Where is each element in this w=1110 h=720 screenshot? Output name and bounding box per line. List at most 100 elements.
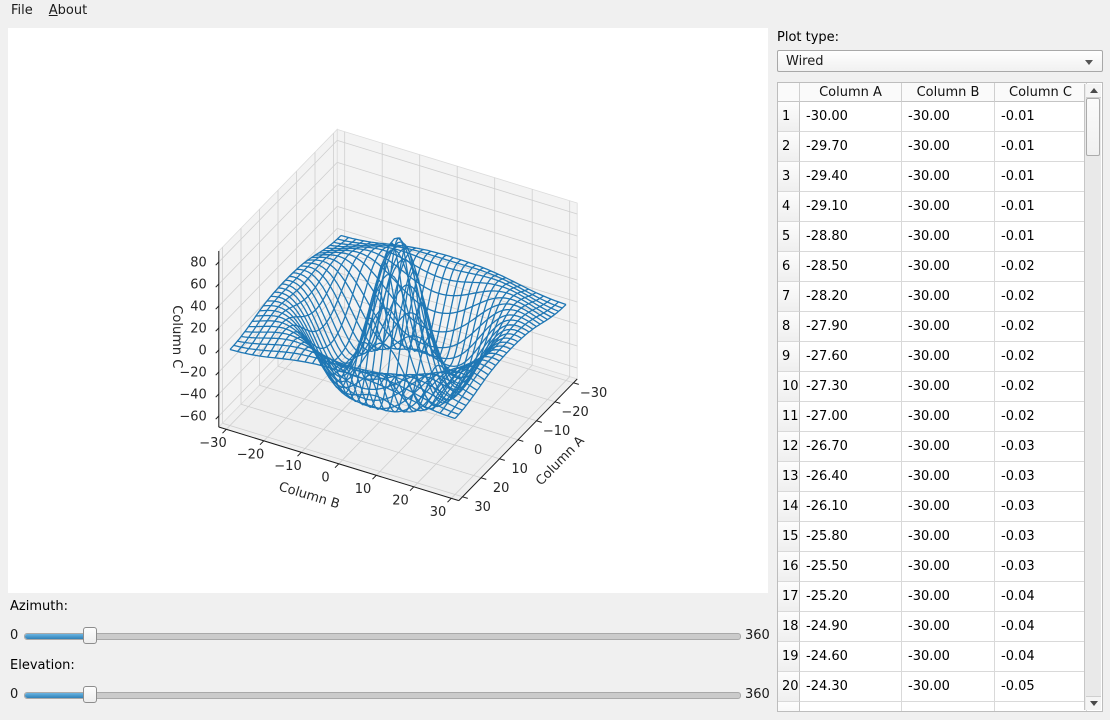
table-cell[interactable]: -30.00 bbox=[902, 492, 995, 522]
table-cell[interactable]: -0.03 bbox=[995, 432, 1087, 462]
table-cell[interactable]: -30.00 bbox=[902, 102, 995, 132]
row-number-cell[interactable]: 11 bbox=[778, 402, 800, 432]
table-cell[interactable]: -30.00 bbox=[902, 192, 995, 222]
table-row[interactable]: 1-30.00-30.00-0.01 bbox=[778, 102, 1102, 132]
table-cell[interactable]: -30.00 bbox=[902, 222, 995, 252]
table-cell[interactable]: -0.02 bbox=[995, 402, 1087, 432]
table-cell[interactable]: -29.10 bbox=[800, 192, 902, 222]
table-cell[interactable]: -30.00 bbox=[902, 372, 995, 402]
table-cell[interactable]: -28.50 bbox=[800, 252, 902, 282]
scroll-up-button[interactable] bbox=[1086, 84, 1101, 98]
table-row[interactable]: 18-24.90-30.00-0.04 bbox=[778, 612, 1102, 642]
table-row[interactable]: 10-27.30-30.00-0.02 bbox=[778, 372, 1102, 402]
table-cell[interactable]: -27.30 bbox=[800, 372, 902, 402]
table-row[interactable]: 17-25.20-30.00-0.04 bbox=[778, 582, 1102, 612]
elevation-slider-handle[interactable] bbox=[83, 686, 97, 703]
row-number-cell[interactable]: 17 bbox=[778, 582, 800, 612]
table-cell[interactable]: -0.04 bbox=[995, 642, 1087, 672]
table-cell[interactable]: -25.80 bbox=[800, 522, 902, 552]
table-cell[interactable]: -30.00 bbox=[902, 582, 995, 612]
row-number-cell[interactable]: 2 bbox=[778, 132, 800, 162]
scroll-down-button[interactable] bbox=[1086, 696, 1101, 710]
table-row[interactable]: 19-24.60-30.00-0.04 bbox=[778, 642, 1102, 672]
table-cell[interactable]: -24.60 bbox=[800, 642, 902, 672]
azimuth-slider[interactable] bbox=[24, 627, 741, 645]
row-number-cell[interactable] bbox=[778, 702, 800, 712]
row-number-cell[interactable]: 3 bbox=[778, 162, 800, 192]
table-cell[interactable]: -0.04 bbox=[995, 582, 1087, 612]
table-row[interactable]: 15-25.80-30.00-0.03 bbox=[778, 522, 1102, 552]
table-cell[interactable]: -30.00 bbox=[902, 672, 995, 702]
table-cell[interactable]: -30.00 bbox=[902, 642, 995, 672]
table-cell[interactable]: -0.01 bbox=[995, 192, 1087, 222]
azimuth-slider-handle[interactable] bbox=[83, 627, 97, 644]
table-cell[interactable]: -25.20 bbox=[800, 582, 902, 612]
row-number-cell[interactable]: 12 bbox=[778, 432, 800, 462]
table-cell[interactable]: -30.00 bbox=[902, 132, 995, 162]
row-number-cell[interactable]: 9 bbox=[778, 342, 800, 372]
table-row[interactable]: 9-27.60-30.00-0.02 bbox=[778, 342, 1102, 372]
table-cell[interactable]: -24.30 bbox=[800, 672, 902, 702]
table-row[interactable]: 8-27.90-30.00-0.02 bbox=[778, 312, 1102, 342]
table-cell[interactable]: -28.20 bbox=[800, 282, 902, 312]
table-cell[interactable] bbox=[995, 702, 1087, 712]
table-row[interactable]: 14-26.10-30.00-0.03 bbox=[778, 492, 1102, 522]
table-cell[interactable]: -0.03 bbox=[995, 462, 1087, 492]
row-number-cell[interactable]: 4 bbox=[778, 192, 800, 222]
table-cell[interactable]: -30.00 bbox=[902, 552, 995, 582]
table-cell[interactable]: -0.03 bbox=[995, 522, 1087, 552]
table-cell[interactable]: -30.00 bbox=[902, 612, 995, 642]
row-number-cell[interactable]: 7 bbox=[778, 282, 800, 312]
table-cell[interactable]: -28.80 bbox=[800, 222, 902, 252]
table-cell[interactable]: -29.40 bbox=[800, 162, 902, 192]
table-corner-header[interactable] bbox=[778, 83, 800, 102]
table-cell[interactable]: -24.90 bbox=[800, 612, 902, 642]
table-cell[interactable]: -30.00 bbox=[902, 522, 995, 552]
table-cell[interactable]: -0.03 bbox=[995, 552, 1087, 582]
row-number-cell[interactable]: 8 bbox=[778, 312, 800, 342]
table-row[interactable] bbox=[778, 702, 1102, 712]
table-cell[interactable]: -26.10 bbox=[800, 492, 902, 522]
table-cell[interactable]: -26.40 bbox=[800, 462, 902, 492]
table-cell[interactable]: -30.00 bbox=[902, 402, 995, 432]
table-cell[interactable]: -0.01 bbox=[995, 132, 1087, 162]
table-row[interactable]: 20-24.30-30.00-0.05 bbox=[778, 672, 1102, 702]
column-header[interactable]: Column A bbox=[800, 83, 902, 102]
azimuth-slider-track[interactable] bbox=[24, 633, 741, 640]
table-cell[interactable]: -30.00 bbox=[902, 312, 995, 342]
column-header[interactable]: Column B bbox=[902, 83, 995, 102]
table-cell[interactable]: -0.01 bbox=[995, 162, 1087, 192]
row-number-cell[interactable]: 20 bbox=[778, 672, 800, 702]
row-number-cell[interactable]: 1 bbox=[778, 102, 800, 132]
table-cell[interactable]: -26.70 bbox=[800, 432, 902, 462]
table-row[interactable]: 13-26.40-30.00-0.03 bbox=[778, 462, 1102, 492]
menu-item-about[interactable]: About bbox=[41, 1, 95, 20]
table-cell[interactable]: -0.03 bbox=[995, 492, 1087, 522]
table-cell[interactable]: -25.50 bbox=[800, 552, 902, 582]
table-cell[interactable]: -30.00 bbox=[902, 462, 995, 492]
table-row[interactable]: 7-28.20-30.00-0.02 bbox=[778, 282, 1102, 312]
table-cell[interactable]: -27.00 bbox=[800, 402, 902, 432]
row-number-cell[interactable]: 6 bbox=[778, 252, 800, 282]
row-number-cell[interactable]: 15 bbox=[778, 522, 800, 552]
elevation-slider-track[interactable] bbox=[24, 692, 741, 699]
table-cell[interactable]: -0.05 bbox=[995, 672, 1087, 702]
row-number-cell[interactable]: 18 bbox=[778, 612, 800, 642]
table-cell[interactable]: -30.00 bbox=[902, 342, 995, 372]
row-number-cell[interactable]: 10 bbox=[778, 372, 800, 402]
elevation-slider[interactable] bbox=[24, 686, 741, 704]
table-cell[interactable]: -0.01 bbox=[995, 222, 1087, 252]
table-cell[interactable]: -27.90 bbox=[800, 312, 902, 342]
row-number-cell[interactable]: 14 bbox=[778, 492, 800, 522]
row-number-cell[interactable]: 5 bbox=[778, 222, 800, 252]
table-cell[interactable]: -0.02 bbox=[995, 282, 1087, 312]
table-cell[interactable] bbox=[800, 702, 902, 712]
plot-canvas[interactable]: −30−20−100102030−30−20−10010203080604020… bbox=[8, 28, 768, 593]
table-cell[interactable]: -0.02 bbox=[995, 372, 1087, 402]
table-cell[interactable]: -30.00 bbox=[902, 252, 995, 282]
table-row[interactable]: 3-29.40-30.00-0.01 bbox=[778, 162, 1102, 192]
table-cell[interactable]: -30.00 bbox=[902, 432, 995, 462]
table-cell[interactable]: -0.02 bbox=[995, 312, 1087, 342]
wireframe-3d-plot[interactable]: −30−20−100102030−30−20−10010203080604020… bbox=[8, 28, 768, 593]
menu-item-file[interactable]: File bbox=[3, 1, 41, 20]
